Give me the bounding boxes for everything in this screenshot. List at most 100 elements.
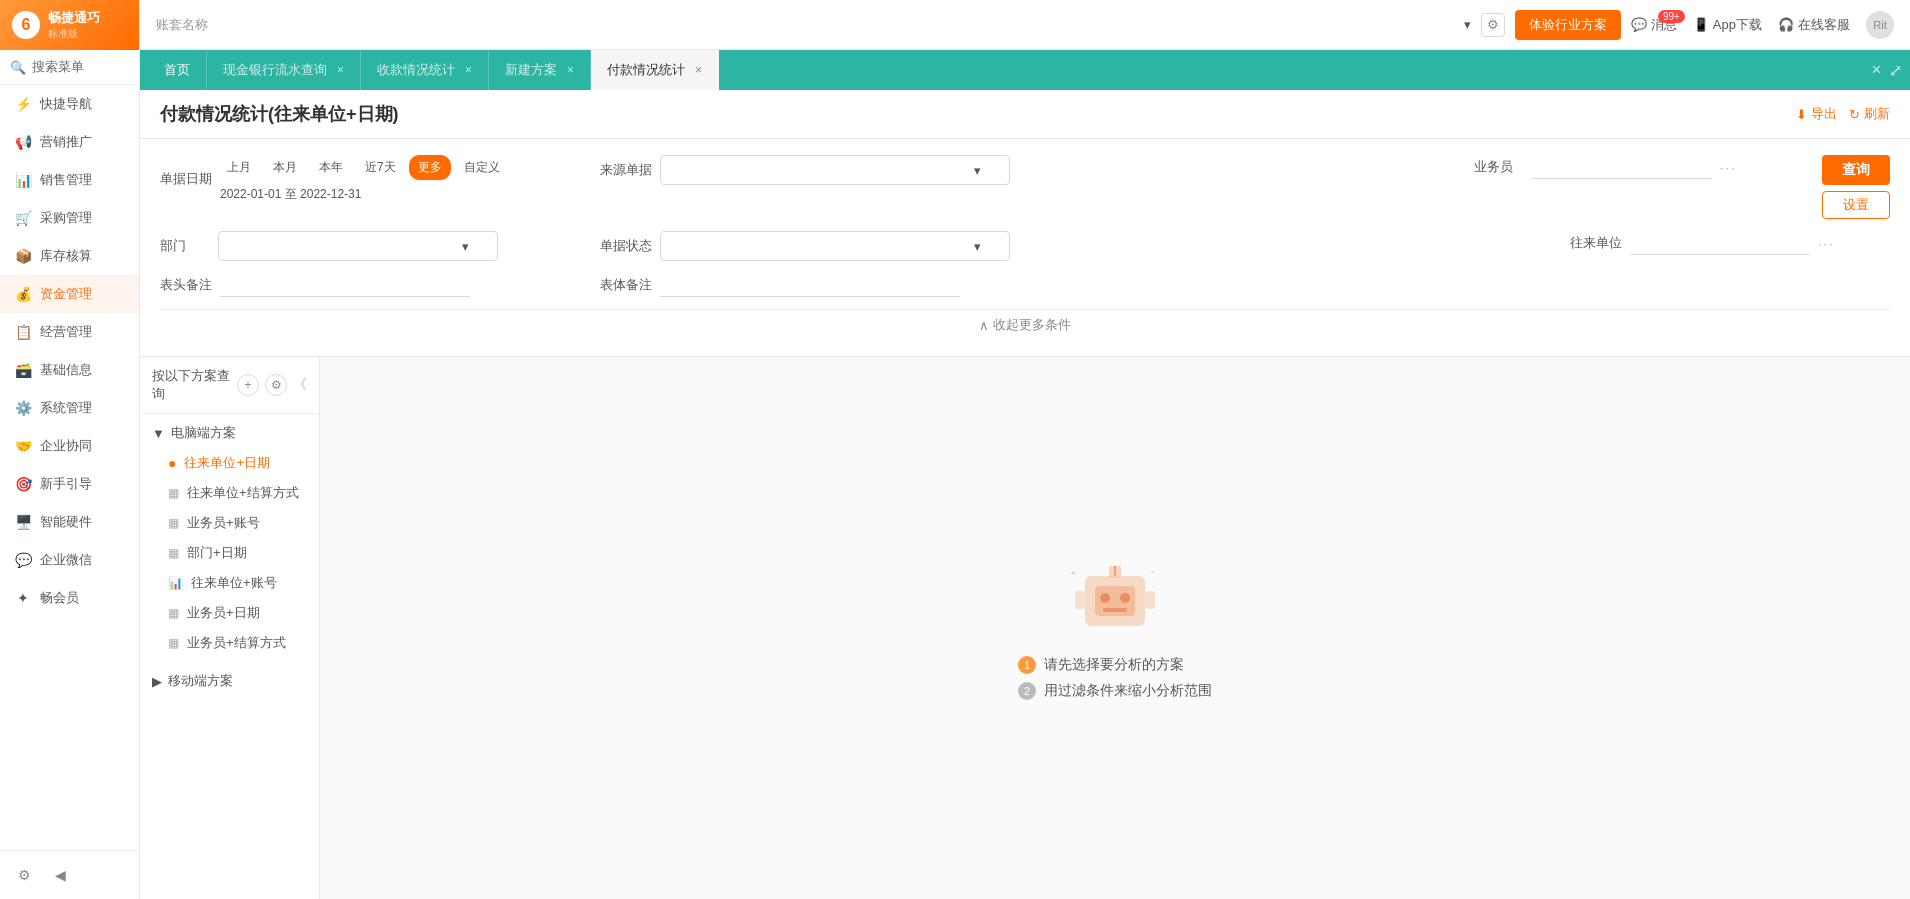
bank-tab-label: 现金银行流水查询 [223,61,327,79]
sidebar-item-member[interactable]: ✦ 畅会员 [0,579,139,617]
brand-version: 标准版 [48,27,100,41]
status-select[interactable]: ▾ [660,231,1010,261]
empty-hint-2: 2 用过滤条件来缩小分析范围 [1018,682,1212,700]
header-note-label: 表头备注 [160,276,212,294]
partner-input[interactable] [1630,231,1810,255]
settings-btn[interactable]: 设置 [1822,191,1890,219]
refresh-label: 刷新 [1864,105,1890,123]
tab-payment[interactable]: 付款情况统计 × [591,50,719,90]
sidebar-header: 6 畅捷通巧 标准版 [0,0,139,50]
online-service-label: 在线客服 [1798,16,1850,34]
svg-point-2 [1100,593,1110,603]
scheme-partner-date[interactable]: ● 往来单位+日期 [140,448,319,478]
right-empty-panel: ✦ ✦ 1 请先选择要分析的方案 2 用过滤条件来缩小分析范围 [320,357,1910,899]
sidebar-nav: ⚡ 快捷导航 📢 营销推广 📊 销售管理 🛒 采购管理 📦 库存核算 💰 资金管… [0,85,139,850]
purchase-icon: 🛒 [14,209,32,227]
online-service-btn[interactable]: 🎧 在线客服 [1778,16,1850,34]
page-header: 付款情况统计(往来单位+日期) ⬇ 导出 ↻ 刷新 [140,90,1910,139]
date-label: 单据日期 [160,170,210,188]
empty-hint-2-text: 用过滤条件来缩小分析范围 [1044,682,1212,700]
date-this-year[interactable]: 本年 [310,155,352,180]
query-btn[interactable]: 查询 [1822,155,1890,185]
tab-maximize-btn[interactable]: ⤢ [1889,61,1902,80]
bank-tab-close[interactable]: × [337,63,344,77]
sidebar-item-wechat[interactable]: 💬 企业微信 [0,541,139,579]
trial-industry-btn[interactable]: 体验行业方案 [1515,10,1621,40]
date-7days[interactable]: 近7天 [356,155,405,180]
scheme-dept-date[interactable]: ▦ 部门+日期 [140,538,319,568]
date-custom[interactable]: 自定义 [455,155,509,180]
sidebar-item-hardware[interactable]: 🖥️ 智能硬件 [0,503,139,541]
tab-receivable[interactable]: 收款情况统计 × [361,50,489,90]
tab-home[interactable]: 首页 [148,50,207,90]
desktop-group-header[interactable]: ▼ 电脑端方案 [140,418,319,448]
svg-text:✦: ✦ [1150,569,1155,575]
quick-nav-icon: ⚡ [14,95,32,113]
header-actions: 💬 消息 99+ 📱 App下载 🎧 在线客服 Rit [1631,11,1894,39]
sidebar-item-purchase[interactable]: 🛒 采购管理 [0,199,139,237]
scheme-salesman-account[interactable]: ▦ 业务员+账号 [140,508,319,538]
mobile-group-label: 移动端方案 [168,672,233,690]
sidebar-item-guide[interactable]: 🎯 新手引导 [0,465,139,503]
scheme-active-icon: ● [168,455,176,471]
scheme-salesman-date[interactable]: ▦ 业务员+日期 [140,598,319,628]
scheme-icon-2: ▦ [168,516,179,530]
settings-gear-btn[interactable]: ⚙ [1481,13,1505,37]
date-last-month[interactable]: 上月 [218,155,260,180]
finance-icon: 💰 [14,285,32,303]
filter-panel: 单据日期 上月 本月 本年 近7天 更多 自定义 2022-01-01 至 20… [140,139,1910,357]
sidebar-settings-btn[interactable]: ⚙ [10,861,38,889]
scheme-partner-settle[interactable]: ▦ 往来单位+结算方式 [140,478,319,508]
svg-rect-4 [1103,608,1127,612]
operation-icon: 📋 [14,323,32,341]
tab-new-plan[interactable]: 新建方案 × [489,50,591,90]
partner-label: 往来单位 [1570,234,1622,252]
sidebar: 6 畅捷通巧 标准版 🔍 搜索菜单 ⚡ 快捷导航 📢 营销推广 📊 销售管理 🛒… [0,0,140,899]
body-note-input[interactable] [660,273,960,297]
sidebar-item-system[interactable]: ⚙️ 系统管理 [0,389,139,427]
body-note-label: 表体备注 [600,276,652,294]
search-menu-item[interactable]: 🔍 搜索菜单 [0,50,139,85]
messages-btn[interactable]: 💬 消息 99+ [1631,16,1677,34]
date-more[interactable]: 更多 [409,155,451,180]
partner-dots[interactable]: ··· [1818,236,1835,251]
dept-label: 部门 [160,237,210,255]
new-plan-tab-close[interactable]: × [567,63,574,77]
tab-close-all-btn[interactable]: × [1872,61,1881,79]
collapse-conditions-btn[interactable]: ∧ 收起更多条件 [160,309,1890,340]
export-btn[interactable]: ⬇ 导出 [1796,105,1837,123]
sidebar-item-inventory[interactable]: 📦 库存核算 [0,237,139,275]
user-avatar[interactable]: Rit [1866,11,1894,39]
salesman-input[interactable] [1532,155,1712,179]
header-note-input[interactable] [220,273,470,297]
source-filter-group: 来源单据 ▾ [600,155,1454,185]
sidebar-item-quick-nav[interactable]: ⚡ 快捷导航 [0,85,139,123]
scheme-partner-account[interactable]: 📊 往来单位+账号 [140,568,319,598]
salesman-dots[interactable]: ··· [1720,160,1737,175]
marketing-icon: 📢 [14,133,32,151]
add-scheme-btn[interactable]: + [237,374,259,396]
sidebar-item-operation[interactable]: 📋 经营管理 [0,313,139,351]
mobile-group-header[interactable]: ▶ 移动端方案 [140,666,319,696]
sidebar-item-marketing[interactable]: 📢 营销推广 [0,123,139,161]
account-dropdown[interactable]: ▾ [1464,17,1471,32]
tab-bank[interactable]: 现金银行流水查询 × [207,50,361,90]
sidebar-collapse-btn[interactable]: ◀ [46,861,74,889]
refresh-btn[interactable]: ↻ 刷新 [1849,105,1890,123]
payment-tab-label: 付款情况统计 [607,61,685,79]
source-select[interactable]: ▾ [660,155,1010,185]
sidebar-item-enterprise[interactable]: 🤝 企业协同 [0,427,139,465]
sidebar-item-base[interactable]: 🗃️ 基础信息 [0,351,139,389]
hardware-icon: 🖥️ [14,513,32,531]
app-download-btn[interactable]: 📱 App下载 [1693,16,1762,34]
filter-row-1: 单据日期 上月 本月 本年 近7天 更多 自定义 2022-01-01 至 20… [160,155,1890,219]
sidebar-item-finance[interactable]: 💰 资金管理 [0,275,139,313]
manage-scheme-btn[interactable]: ⚙ [265,374,287,396]
scheme-salesman-settle[interactable]: ▦ 业务员+结算方式 [140,628,319,658]
sidebar-item-sales[interactable]: 📊 销售管理 [0,161,139,199]
date-this-month[interactable]: 本月 [264,155,306,180]
payment-tab-close[interactable]: × [695,63,702,77]
dept-select[interactable]: ▾ [218,231,498,261]
receivable-tab-close[interactable]: × [465,63,472,77]
panel-collapse-btn[interactable]: 《 [293,376,307,394]
